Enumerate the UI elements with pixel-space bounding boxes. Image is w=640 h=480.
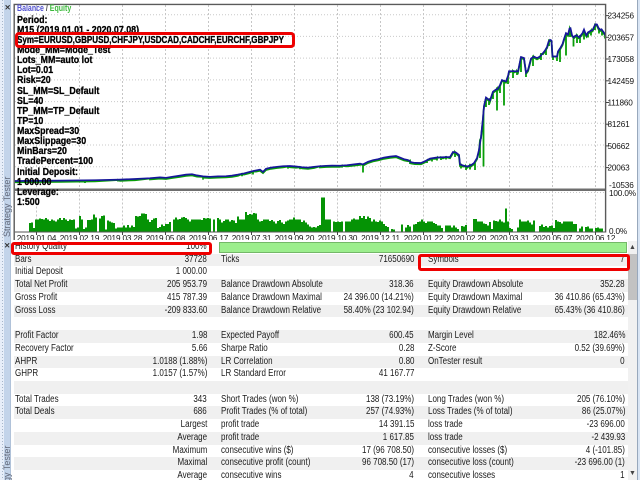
svg-text:2019.09.20: 2019.09.20 xyxy=(275,234,315,240)
svg-text:111860: 111860 xyxy=(608,99,634,108)
svg-text:100.0%: 100.0% xyxy=(609,189,636,198)
svg-text:2020.01.22: 2020.01.22 xyxy=(404,234,444,240)
svg-text:2019.02.19: 2019.02.19 xyxy=(60,234,100,240)
svg-text:2019.07.31: 2019.07.31 xyxy=(232,234,272,240)
svg-text:50662: 50662 xyxy=(608,142,631,151)
svg-text:81261: 81261 xyxy=(608,120,631,129)
svg-text:2020.02.20: 2020.02.20 xyxy=(447,234,487,240)
svg-text:2019.06.17: 2019.06.17 xyxy=(189,234,229,240)
svg-text:234256: 234256 xyxy=(608,12,635,21)
svg-text:2020.03.31: 2020.03.31 xyxy=(490,234,530,240)
svg-text:2019.01.04: 2019.01.04 xyxy=(17,234,57,240)
svg-text:20063: 20063 xyxy=(608,164,631,173)
svg-text:2019.03.28: 2019.03.28 xyxy=(103,234,143,240)
svg-text:203657: 203657 xyxy=(608,33,635,42)
svg-text:2019.05.08: 2019.05.08 xyxy=(146,234,186,240)
svg-text:2020.06.12: 2020.06.12 xyxy=(576,234,616,240)
svg-text:2019.10.30: 2019.10.30 xyxy=(318,234,358,240)
svg-text:2019.12.11: 2019.12.11 xyxy=(361,234,400,240)
svg-text:2020.05.07: 2020.05.07 xyxy=(533,234,573,240)
svg-text:142459: 142459 xyxy=(608,77,635,86)
svg-text:173058: 173058 xyxy=(608,55,635,64)
